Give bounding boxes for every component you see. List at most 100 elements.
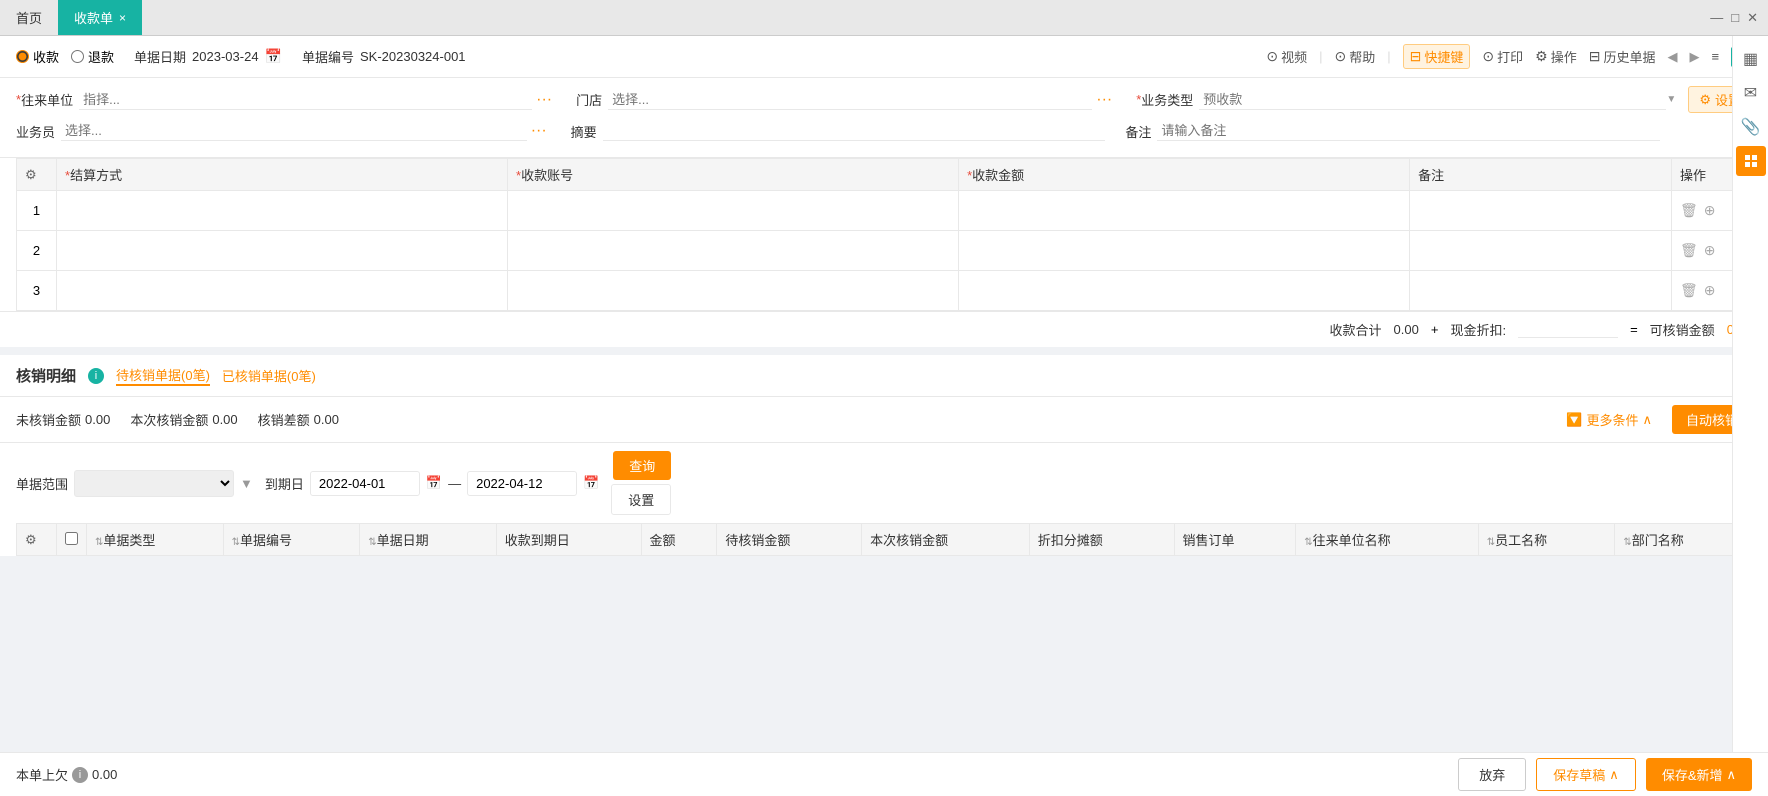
row2-account[interactable]: [508, 231, 959, 271]
tab-home[interactable]: 首页: [0, 0, 58, 35]
business-type-dropdown-icon[interactable]: ▼: [1666, 94, 1676, 105]
range-select[interactable]: [74, 470, 234, 497]
row3-note[interactable]: [1410, 271, 1672, 311]
hexiao-pending-tab[interactable]: 待核销单据(0笔): [116, 365, 210, 386]
help-btn[interactable]: ⊙ 帮助: [1335, 47, 1376, 66]
receipt-radio-input[interactable]: [16, 50, 29, 63]
nav-next-icon[interactable]: ▶: [1690, 49, 1700, 65]
discount-label: 现金折扣:: [1450, 320, 1506, 339]
bottom-table: ⚙ ⇅单据类型 ⇅单据编号 ⇅单据日期: [16, 523, 1752, 556]
save-draft-btn[interactable]: 保存草稿 ∧: [1536, 758, 1636, 791]
doc-date-label: 单据日期: [134, 47, 186, 66]
row2-copy-icon[interactable]: ⊕: [1704, 242, 1716, 259]
sidebar-attachment-icon[interactable]: 📎: [1736, 112, 1766, 142]
footer-info-icon[interactable]: i: [72, 767, 88, 783]
sidebar-mail-icon[interactable]: ✉: [1736, 78, 1766, 108]
available-label: 可核销金额: [1650, 320, 1715, 339]
video-btn[interactable]: ⊙ 视频: [1266, 47, 1307, 66]
video-label: 视频: [1281, 47, 1307, 66]
range-dropdown-icon[interactable]: ▼: [240, 476, 253, 491]
bottom-table-setting-icon[interactable]: ⚙: [25, 532, 37, 547]
tab-receipt[interactable]: 收款单 ×: [58, 0, 142, 35]
due-date-to[interactable]: [467, 471, 577, 496]
refund-radio-input[interactable]: [71, 50, 84, 63]
operation-btn[interactable]: ⚙ 操作: [1535, 47, 1577, 66]
history-btn[interactable]: ⊟ 历史单据: [1589, 47, 1656, 66]
due-date-from[interactable]: [310, 471, 420, 496]
window-restore-icon[interactable]: □: [1731, 10, 1739, 25]
table-body: 1 🗑 ⊕ 2: [17, 191, 1752, 311]
store-input[interactable]: [608, 90, 1092, 110]
staff-input[interactable]: [61, 121, 527, 141]
bth-checkbox[interactable]: [65, 532, 78, 545]
row3-settlement[interactable]: [57, 271, 508, 311]
save-draft-chevron-icon[interactable]: ∧: [1609, 767, 1619, 783]
bth-date-sort[interactable]: ⇅: [368, 537, 376, 548]
shortcut-btn[interactable]: ⊟ 快捷键: [1403, 44, 1471, 69]
window-close-icon[interactable]: ✕: [1747, 10, 1758, 26]
tab-close-icon[interactable]: ×: [119, 11, 126, 25]
refund-radio[interactable]: 退款: [71, 47, 114, 66]
current-hexiao-label: 本次核销金额: [130, 410, 208, 429]
due-calendar-to-icon[interactable]: 📅: [583, 475, 599, 491]
counterpart-input[interactable]: [79, 90, 532, 110]
sidebar-table-icon[interactable]: ▦: [1736, 44, 1766, 74]
summary-input[interactable]: [603, 121, 1106, 141]
receipt-radio[interactable]: 收款: [16, 47, 59, 66]
list-icon[interactable]: ≡: [1712, 49, 1720, 64]
row1-note[interactable]: [1410, 191, 1672, 231]
bth-staff-sort[interactable]: ⇅: [1487, 537, 1495, 548]
save-new-btn[interactable]: 保存&新增 ∧: [1646, 758, 1752, 791]
hexiao-stats-row: 未核销金额 0.00 本次核销金额 0.00 核销差额 0.00 🔽 更多条件 …: [0, 397, 1768, 442]
row3-account[interactable]: [508, 271, 959, 311]
more-conditions-btn[interactable]: 🔽 更多条件 ∧: [1566, 410, 1652, 429]
row2-amount[interactable]: [959, 231, 1410, 271]
counterpart-more-btn[interactable]: ···: [532, 91, 556, 109]
staff-more-btn[interactable]: ···: [527, 122, 551, 140]
setting-gear-icon: ⚙: [1699, 92, 1711, 108]
bth-no-sort[interactable]: ⇅: [232, 537, 240, 548]
table-setting-icon[interactable]: ⚙: [25, 167, 37, 182]
row1-account[interactable]: [508, 191, 959, 231]
row1-copy-icon[interactable]: ⊕: [1704, 202, 1716, 219]
bth-type-sort[interactable]: ⇅: [95, 537, 103, 548]
row2-delete-icon[interactable]: 🗑: [1680, 242, 1698, 259]
row2-note[interactable]: [1410, 231, 1672, 271]
th-settlement: *结算方式: [57, 159, 508, 191]
window-minimize-icon[interactable]: —: [1710, 10, 1723, 25]
save-new-chevron-icon[interactable]: ∧: [1726, 767, 1736, 783]
row1-settlement[interactable]: [57, 191, 508, 231]
row2-settlement[interactable]: [57, 231, 508, 271]
discount-input[interactable]: [1518, 322, 1618, 338]
print-btn[interactable]: ⊙ 打印: [1482, 47, 1523, 66]
hexiao-done-tab[interactable]: 已核销单据(0笔): [222, 366, 316, 385]
row1-amount[interactable]: [959, 191, 1410, 231]
tab-home-label: 首页: [16, 8, 42, 27]
nav-prev-icon[interactable]: ◀: [1668, 49, 1678, 65]
filter-icon: 🔽: [1566, 412, 1582, 428]
store-more-btn[interactable]: ···: [1092, 91, 1116, 109]
filter-set-btn[interactable]: 设置: [611, 484, 671, 515]
row3-copy-icon[interactable]: ⊕: [1704, 282, 1716, 299]
business-type-input[interactable]: [1199, 90, 1666, 110]
row3-amount[interactable]: [959, 271, 1410, 311]
due-calendar-from-icon[interactable]: 📅: [426, 475, 442, 491]
hexiao-info-icon[interactable]: i: [88, 368, 104, 384]
th-amount: *收款金额: [959, 159, 1410, 191]
print-label: 打印: [1497, 47, 1523, 66]
abandon-btn[interactable]: 放弃: [1458, 758, 1526, 791]
bth-dept-sort[interactable]: ⇅: [1623, 537, 1631, 548]
date-separator: —: [448, 476, 461, 491]
total-label: 收款合计: [1330, 320, 1382, 339]
row1-delete-icon[interactable]: 🗑: [1680, 202, 1698, 219]
sidebar-expand-icon[interactable]: [1736, 146, 1766, 176]
row3-delete-icon[interactable]: 🗑: [1680, 282, 1698, 299]
bth-counterpart-sort[interactable]: ⇅: [1304, 537, 1312, 548]
staff-field: 业务员 ···: [16, 121, 551, 141]
main-table-wrapper: ⚙ *结算方式 *收款账号 *收款金额 备注 操作: [0, 158, 1768, 311]
diff-value: 0.00: [314, 412, 339, 427]
doc-date-calendar-icon[interactable]: 📅: [265, 48, 282, 65]
query-btn[interactable]: 查询: [613, 451, 671, 480]
remark-input[interactable]: [1157, 121, 1660, 141]
table-row: 3 🗑 ⊕: [17, 271, 1752, 311]
